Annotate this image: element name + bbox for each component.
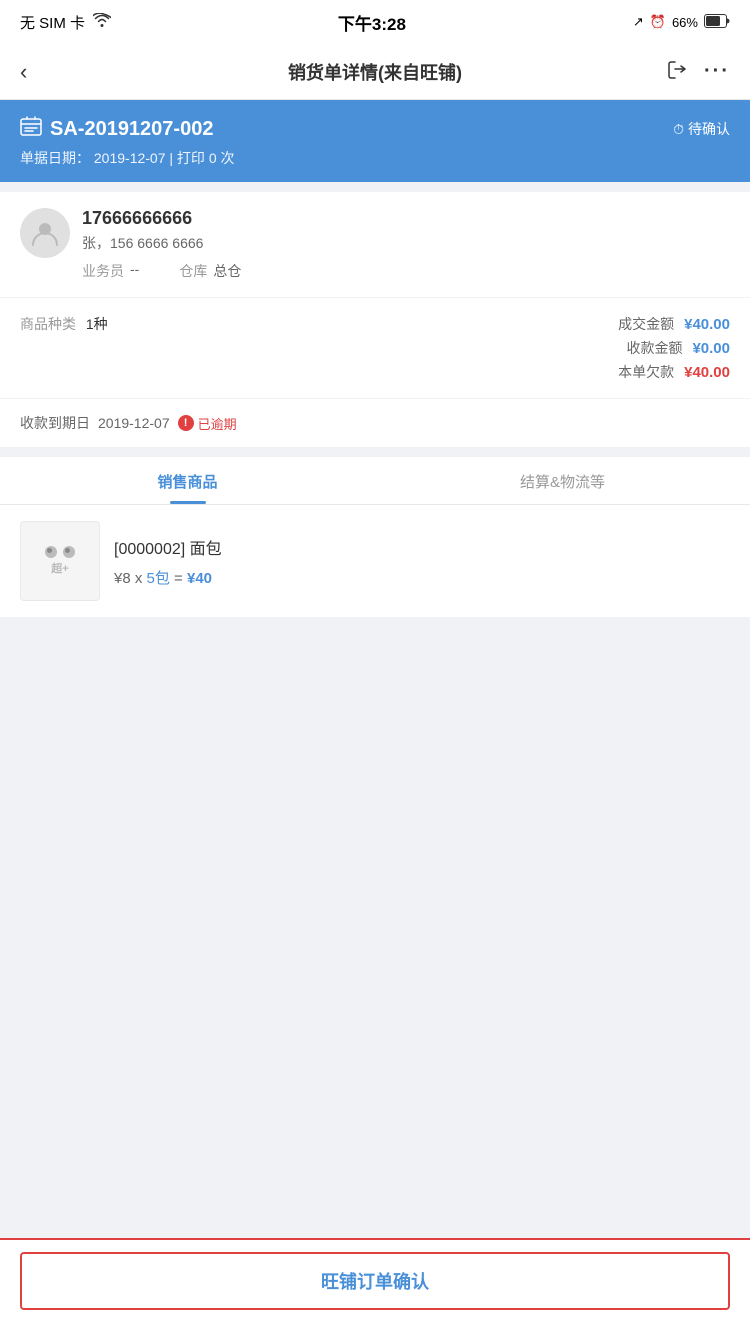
bottom-bar: 旺铺订单确认 (0, 1238, 750, 1334)
order-icon (20, 116, 42, 142)
amount-row: 成交金额 ¥40.00 (618, 314, 730, 334)
price-equals: = (170, 570, 187, 587)
tab-sales-goods[interactable]: 销售商品 (0, 457, 375, 504)
received-value: ¥0.00 (692, 340, 730, 357)
brand-text: 超+ (51, 560, 68, 576)
summary-right: 成交金额 ¥40.00 收款金额 ¥0.00 本单欠款 ¥40.00 (618, 314, 730, 382)
due-date-label: 收款到期日 (20, 413, 90, 433)
sales-meta: 业务员 -- (82, 261, 139, 281)
status-time: 下午3:28 (338, 10, 406, 35)
wifi-icon (93, 13, 111, 31)
category-value: 1种 (86, 316, 108, 332)
warehouse-meta: 仓库 总仓 (179, 261, 241, 281)
carrier-text: 无 SIM 卡 (20, 12, 85, 33)
received-row: 收款金额 ¥0.00 (626, 338, 730, 358)
due-date-value: 2019-12-07 (98, 415, 170, 431)
order-date-row: 单据日期： 2019-12-07 | 打印 0 次 (20, 148, 730, 168)
share-icon[interactable] (666, 58, 688, 85)
tab-settlement[interactable]: 结算&物流等 (375, 457, 750, 504)
alarm-icon: ⏰ (650, 14, 666, 30)
product-item: 超+ [0000002] 面包 ¥8 x 5包 = ¥40 (0, 505, 750, 617)
owed-value: ¥40.00 (684, 364, 730, 381)
status-left: 无 SIM 卡 (20, 12, 111, 33)
summary-row: 商品种类 1种 成交金额 ¥40.00 收款金额 ¥0.00 本单欠款 ¥40.… (20, 314, 730, 382)
category-label: 商品种类 (20, 316, 76, 332)
owl-eyes (45, 546, 75, 558)
sales-value: -- (130, 261, 139, 281)
amount-value: ¥40.00 (684, 316, 730, 333)
price-total: ¥40 (187, 570, 212, 587)
due-date-section: 收款到期日 2019-12-07 ! 已逾期 (0, 399, 750, 447)
summary-left: 商品种类 1种 (20, 314, 108, 334)
warehouse-label: 仓库 (179, 261, 207, 281)
overdue-dot: ! (178, 415, 194, 431)
order-id-row: SA-20191207-002 ⏱ 待确认 (20, 116, 730, 142)
battery-icon (704, 14, 730, 31)
price-qty: 5包 (147, 570, 170, 587)
product-name: [0000002] 面包 (114, 535, 730, 559)
order-header: SA-20191207-002 ⏱ 待确认 单据日期： 2019-12-07 |… (0, 100, 750, 182)
nav-title: 销货单详情(来自旺铺) (288, 59, 462, 85)
status-right: ↗ ⏰ 66% (633, 14, 730, 31)
received-label: 收款金额 (626, 338, 682, 358)
sales-label: 业务员 (82, 261, 124, 281)
owed-row: 本单欠款 ¥40.00 (618, 362, 730, 382)
owl-eye-left (45, 546, 57, 558)
tabs-section: 销售商品 结算&物流等 超+ [0000002] 面包 ¥8 x 5包 = ¥4… (0, 457, 750, 617)
order-status: ⏱ 待确认 (673, 119, 730, 139)
product-price: ¥8 x 5包 = ¥40 (114, 567, 730, 588)
customer-phone: 17666666666 (82, 208, 730, 229)
product-code: [0000002] (114, 541, 185, 558)
product-name-text: 面包 (190, 541, 222, 558)
customer-name: 张，156 6666 6666 (82, 233, 730, 253)
summary-section: 商品种类 1种 成交金额 ¥40.00 收款金额 ¥0.00 本单欠款 ¥40.… (0, 298, 750, 398)
price-base: ¥8 x (114, 570, 147, 587)
order-id: SA-20191207-002 (20, 116, 213, 142)
owed-label: 本单欠款 (618, 362, 674, 382)
nav-actions: ··· (666, 58, 730, 85)
location-icon: ↗ (633, 14, 644, 30)
overdue-badge: ! 已逾期 (178, 414, 237, 433)
customer-row: 17666666666 张，156 6666 6666 业务员 -- 仓库 总仓 (20, 208, 730, 281)
more-icon[interactable]: ··· (704, 60, 730, 83)
back-button[interactable]: ‹ (12, 51, 35, 93)
status-clock-icon: ⏱ (673, 121, 684, 138)
tabs-row: 销售商品 结算&物流等 (0, 457, 750, 505)
avatar (20, 208, 70, 258)
overdue-text: 已逾期 (198, 414, 237, 433)
customer-section: 17666666666 张，156 6666 6666 业务员 -- 仓库 总仓 (0, 192, 750, 297)
product-image: 超+ (20, 521, 100, 601)
customer-info: 17666666666 张，156 6666 6666 业务员 -- 仓库 总仓 (82, 208, 730, 281)
product-img-inner: 超+ (45, 546, 75, 576)
empty-area (0, 617, 750, 817)
amount-label: 成交金额 (618, 314, 674, 334)
nav-bar: ‹ 销货单详情(来自旺铺) ··· (0, 44, 750, 100)
warehouse-value: 总仓 (213, 261, 241, 281)
confirm-order-button[interactable]: 旺铺订单确认 (20, 1252, 730, 1310)
customer-meta: 业务员 -- 仓库 总仓 (82, 261, 730, 281)
product-info: [0000002] 面包 ¥8 x 5包 = ¥40 (114, 535, 730, 588)
status-bar: 无 SIM 卡 下午3:28 ↗ ⏰ 66% (0, 0, 750, 44)
owl-eye-right (63, 546, 75, 558)
battery-text: 66% (672, 15, 698, 30)
